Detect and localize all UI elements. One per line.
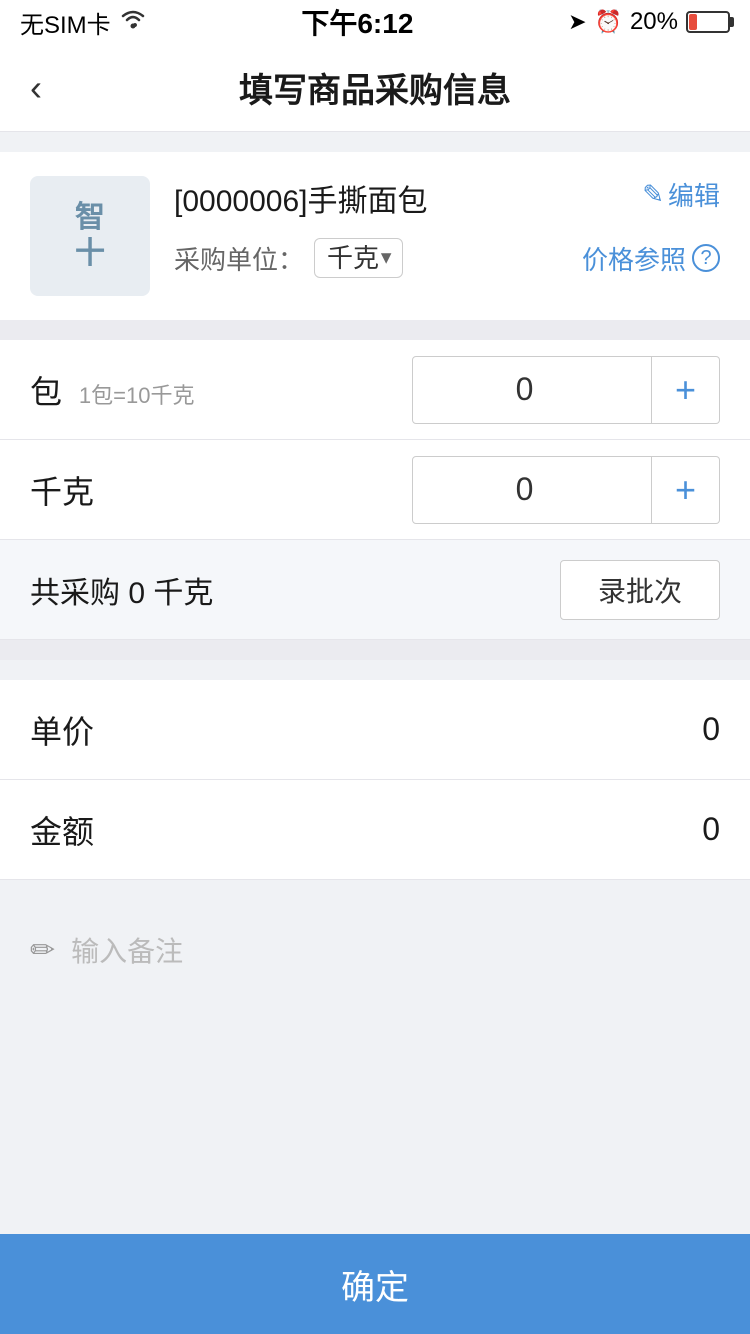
kg-label: 千克 (30, 474, 94, 510)
batch-button[interactable]: 录批次 (560, 560, 720, 620)
product-thumbnail: 智 十 (30, 176, 150, 296)
unit-price-label: 单价 (30, 707, 94, 753)
price-section: 单价 0 金额 0 (0, 680, 750, 880)
note-placeholder: 输入备注 (71, 930, 183, 970)
amount-value: 0 (702, 811, 720, 848)
kg-input-row: 千克 + (0, 440, 750, 540)
price-ref-label: 价格参照 (582, 240, 686, 277)
total-text: 共采购 0 千克 (30, 568, 213, 612)
unit-dropdown-wrap[interactable]: 千克克 (314, 238, 403, 278)
battery-percent: 20% (630, 8, 678, 36)
kg-number-input[interactable] (412, 456, 652, 524)
price-ref-button[interactable]: 价格参照 ? (582, 240, 720, 277)
edit-label: 编辑 (668, 176, 720, 213)
product-card: 智 十 [0000006]手撕面包 ✎ 编辑 采购单位： 千克克 价格参照 ? (0, 152, 750, 320)
total-section: 共采购 0 千克 录批次 (0, 540, 750, 640)
product-info: [0000006]手撕面包 ✎ 编辑 采购单位： 千克克 价格参照 ? (174, 176, 720, 278)
unit-price-value: 0 (702, 711, 720, 748)
battery-icon (686, 11, 730, 33)
note-section[interactable]: ✏ 输入备注 (0, 900, 750, 1000)
question-circle-icon: ? (692, 244, 720, 272)
amount-row: 金额 0 (0, 780, 750, 880)
wifi-icon (119, 8, 147, 36)
kg-label-wrap: 千克 (30, 467, 412, 513)
bag-plus-button[interactable]: + (652, 356, 720, 424)
product-name: [0000006]手撕面包 (174, 176, 427, 220)
section-divider-1 (0, 320, 750, 340)
amount-label: 金额 (30, 807, 94, 853)
section-divider-2 (0, 640, 750, 660)
location-icon: ➤ (568, 9, 586, 35)
kg-input-control: + (412, 456, 720, 524)
alarm-icon: ⏰ (595, 9, 622, 35)
status-left: 无SIM卡 (20, 5, 147, 40)
status-time: 下午6:12 (301, 2, 413, 42)
kg-plus-button[interactable]: + (652, 456, 720, 524)
edit-button[interactable]: ✎ 编辑 (642, 176, 720, 213)
bag-sublabel: 1包=10千克 (79, 383, 195, 408)
product-logo: 智 十 (75, 200, 105, 272)
bag-label-wrap: 包 1包=10千克 (30, 367, 412, 413)
page-title: 填写商品采购信息 (239, 63, 511, 112)
bag-label: 包 (30, 374, 62, 410)
carrier-text: 无SIM卡 (20, 5, 111, 40)
status-bar: 无SIM卡 下午6:12 ➤ ⏰ 20% (0, 0, 750, 44)
bag-number-input[interactable] (412, 356, 652, 424)
unit-select[interactable]: 千克克 (314, 238, 403, 278)
product-name-row: [0000006]手撕面包 ✎ 编辑 (174, 176, 720, 220)
bag-input-control: + (412, 356, 720, 424)
bag-input-row: 包 1包=10千克 + (0, 340, 750, 440)
product-unit-row: 采购单位： 千克克 价格参照 ? (174, 238, 720, 278)
status-right: ➤ ⏰ 20% (568, 8, 730, 36)
unit-price-row: 单价 0 (0, 680, 750, 780)
confirm-button[interactable]: 确定 (0, 1234, 750, 1334)
unit-label: 采购单位： (174, 240, 304, 277)
nav-bar: ‹ 填写商品采购信息 (0, 44, 750, 132)
quantity-input-section: 包 1包=10千克 + 千克 + (0, 340, 750, 540)
confirm-button-label: 确定 (341, 1260, 409, 1309)
pencil-icon: ✏ (30, 933, 55, 968)
back-button[interactable]: ‹ (30, 67, 42, 109)
edit-icon: ✎ (642, 179, 664, 210)
